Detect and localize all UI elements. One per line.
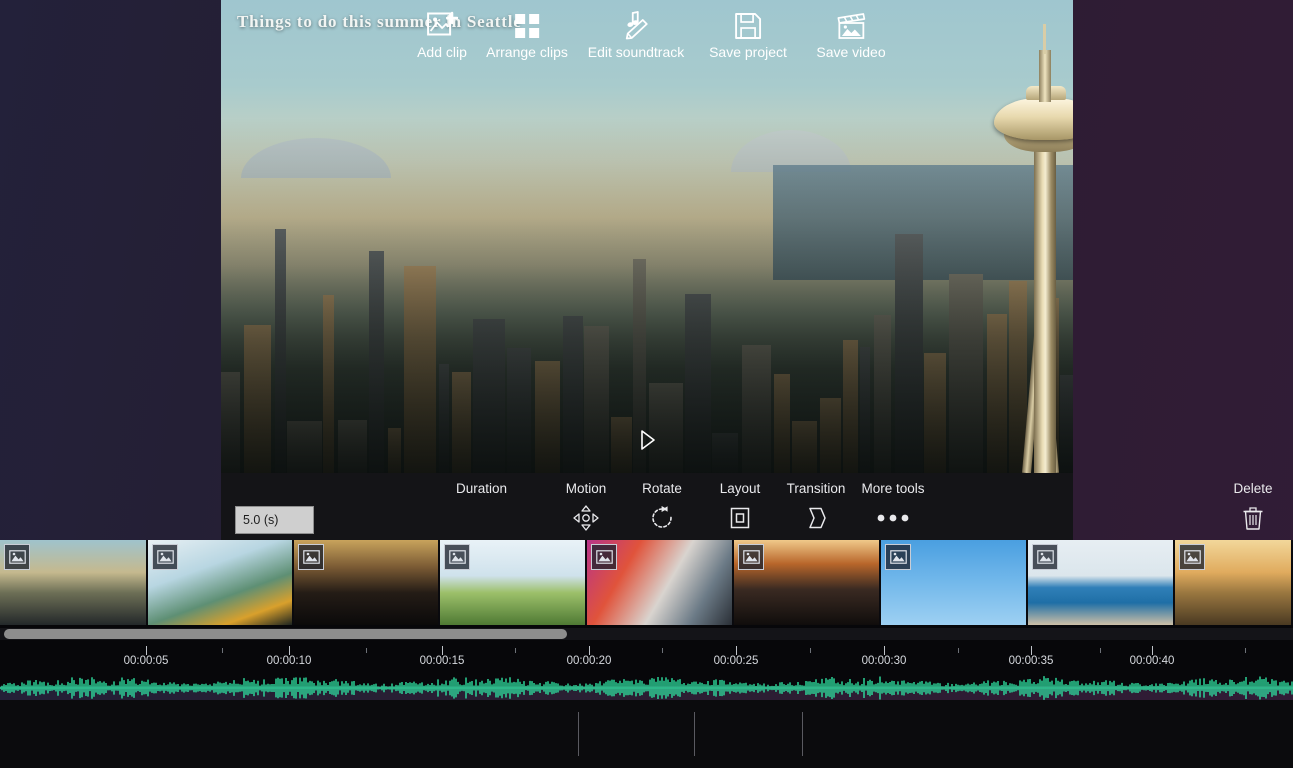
clip-strip[interactable]	[0, 540, 1293, 625]
timeline-clip[interactable]	[1175, 540, 1293, 625]
rotate-icon	[638, 501, 686, 535]
timeline-clip[interactable]	[0, 540, 148, 625]
more-tools-label: More tools	[861, 481, 925, 496]
save-video-button[interactable]: Save video	[816, 4, 886, 60]
delete-label: Delete	[1233, 481, 1273, 496]
motion-label: Motion	[565, 481, 607, 496]
image-icon	[885, 544, 911, 570]
save-video-icon	[816, 4, 885, 40]
timeline-scrollbar-thumb[interactable]	[4, 629, 567, 639]
image-icon	[4, 544, 30, 570]
timeline-clip[interactable]	[440, 540, 587, 625]
save-project-icon	[709, 4, 787, 40]
ruler-tick-minor	[810, 648, 811, 653]
layout-icon	[715, 501, 765, 535]
video-preview[interactable]: Things to do this summer in Seattle	[221, 0, 1073, 473]
motion-button[interactable]: Motion	[561, 481, 611, 535]
trash-icon	[1231, 501, 1275, 535]
ruler-tick-minor	[1100, 648, 1101, 653]
more-tools-button[interactable]: More tools	[855, 481, 931, 535]
ruler-tick-minor	[515, 648, 516, 653]
preview-shadow-overlay	[221, 118, 1073, 473]
ruler-tick-major	[1031, 646, 1032, 655]
duration-input[interactable]: 5.0 (s)	[235, 506, 314, 534]
clip-toolbar: Duration Motion Rotate Layout Transition…	[221, 473, 1273, 540]
ruler-tick-major	[1152, 646, 1153, 655]
video-title-overlay: Things to do this summer in Seattle	[237, 12, 522, 31]
transition-icon	[783, 501, 849, 535]
add-clip-icon	[417, 4, 467, 40]
timeline-clip[interactable]	[881, 540, 1028, 625]
ruler-tick-major	[146, 646, 147, 655]
arrange-clips-icon	[486, 4, 568, 40]
ruler-time-label: 00:00:10	[266, 655, 312, 667]
rotate-label: Rotate	[642, 481, 682, 496]
ruler-tick-major	[442, 646, 443, 655]
duration-label: Duration	[456, 481, 508, 496]
image-icon	[444, 544, 470, 570]
ruler-tick-minor	[958, 648, 959, 653]
ruler-time-label: 00:00:40	[1129, 655, 1175, 667]
play-icon[interactable]	[634, 427, 660, 453]
transition-label: Transition	[786, 481, 846, 496]
edit-soundtrack-button[interactable]: Edit soundtrack	[587, 4, 685, 60]
transition-button[interactable]: Transition	[783, 481, 849, 535]
ruler-time-label: 00:00:30	[861, 655, 907, 667]
delete-button[interactable]: Delete	[1231, 481, 1275, 535]
add-clip-label: Add clip	[417, 44, 467, 60]
video-editor-window: Things to do this summer in Seattle Dura…	[221, 0, 1273, 540]
timeline-ruler[interactable]: 00:00:05 00:00:10 00:00:15 00:00:20 00:00:25…	[0, 641, 1293, 673]
save-project-label: Save project	[709, 44, 787, 60]
image-icon	[591, 544, 617, 570]
timeline-clip[interactable]	[294, 540, 440, 625]
add-clip-button[interactable]: Add clip	[417, 4, 467, 60]
timeline-panel: 00:00:05 00:00:10 00:00:15 00:00:20 00:00:25…	[0, 540, 1293, 700]
ruler-tick-major	[736, 646, 737, 655]
image-icon	[1179, 544, 1205, 570]
ruler-time-label: 00:00:25	[713, 655, 759, 667]
toolbar-separator	[802, 712, 803, 756]
layout-label: Layout	[719, 481, 761, 496]
bottom-toolbar	[0, 700, 1293, 768]
motion-icon	[561, 501, 611, 535]
image-icon	[152, 544, 178, 570]
save-project-button[interactable]: Save project	[709, 4, 787, 60]
ruler-tick-minor	[1245, 648, 1246, 653]
timeline-clip[interactable]	[148, 540, 294, 625]
more-tools-icon	[855, 501, 931, 535]
edit-soundtrack-label: Edit soundtrack	[587, 44, 685, 60]
ruler-time-label: 00:00:35	[1008, 655, 1054, 667]
edit-soundtrack-icon	[588, 4, 685, 40]
timeline-clip[interactable]	[587, 540, 734, 625]
ruler-time-label: 00:00:05	[123, 655, 169, 667]
space-needle	[956, 20, 1073, 473]
image-icon	[738, 544, 764, 570]
timeline-clip[interactable]	[734, 540, 881, 625]
ruler-tick-major	[589, 646, 590, 655]
timeline-clip[interactable]	[1028, 540, 1175, 625]
toolbar-separator	[694, 712, 695, 756]
duration-control: Duration	[456, 481, 507, 497]
toolbar-separator	[578, 712, 579, 756]
ruler-time-label: 00:00:20	[566, 655, 612, 667]
arrange-clips-button[interactable]: Arrange clips	[486, 4, 568, 60]
ruler-time-label: 00:00:15	[419, 655, 465, 667]
arrange-clips-label: Arrange clips	[486, 44, 568, 60]
ruler-tick-minor	[366, 648, 367, 653]
ruler-tick-minor	[222, 648, 223, 653]
ruler-tick-major	[289, 646, 290, 655]
image-icon	[298, 544, 324, 570]
layout-button[interactable]: Layout	[715, 481, 765, 535]
duration-value: 5.0 (s)	[243, 513, 279, 527]
ruler-tick-minor	[662, 648, 663, 653]
rotate-button[interactable]: Rotate	[638, 481, 686, 535]
image-icon	[1032, 544, 1058, 570]
audio-waveform[interactable]	[0, 673, 1293, 703]
save-video-label: Save video	[816, 44, 886, 60]
ruler-tick-major	[884, 646, 885, 655]
